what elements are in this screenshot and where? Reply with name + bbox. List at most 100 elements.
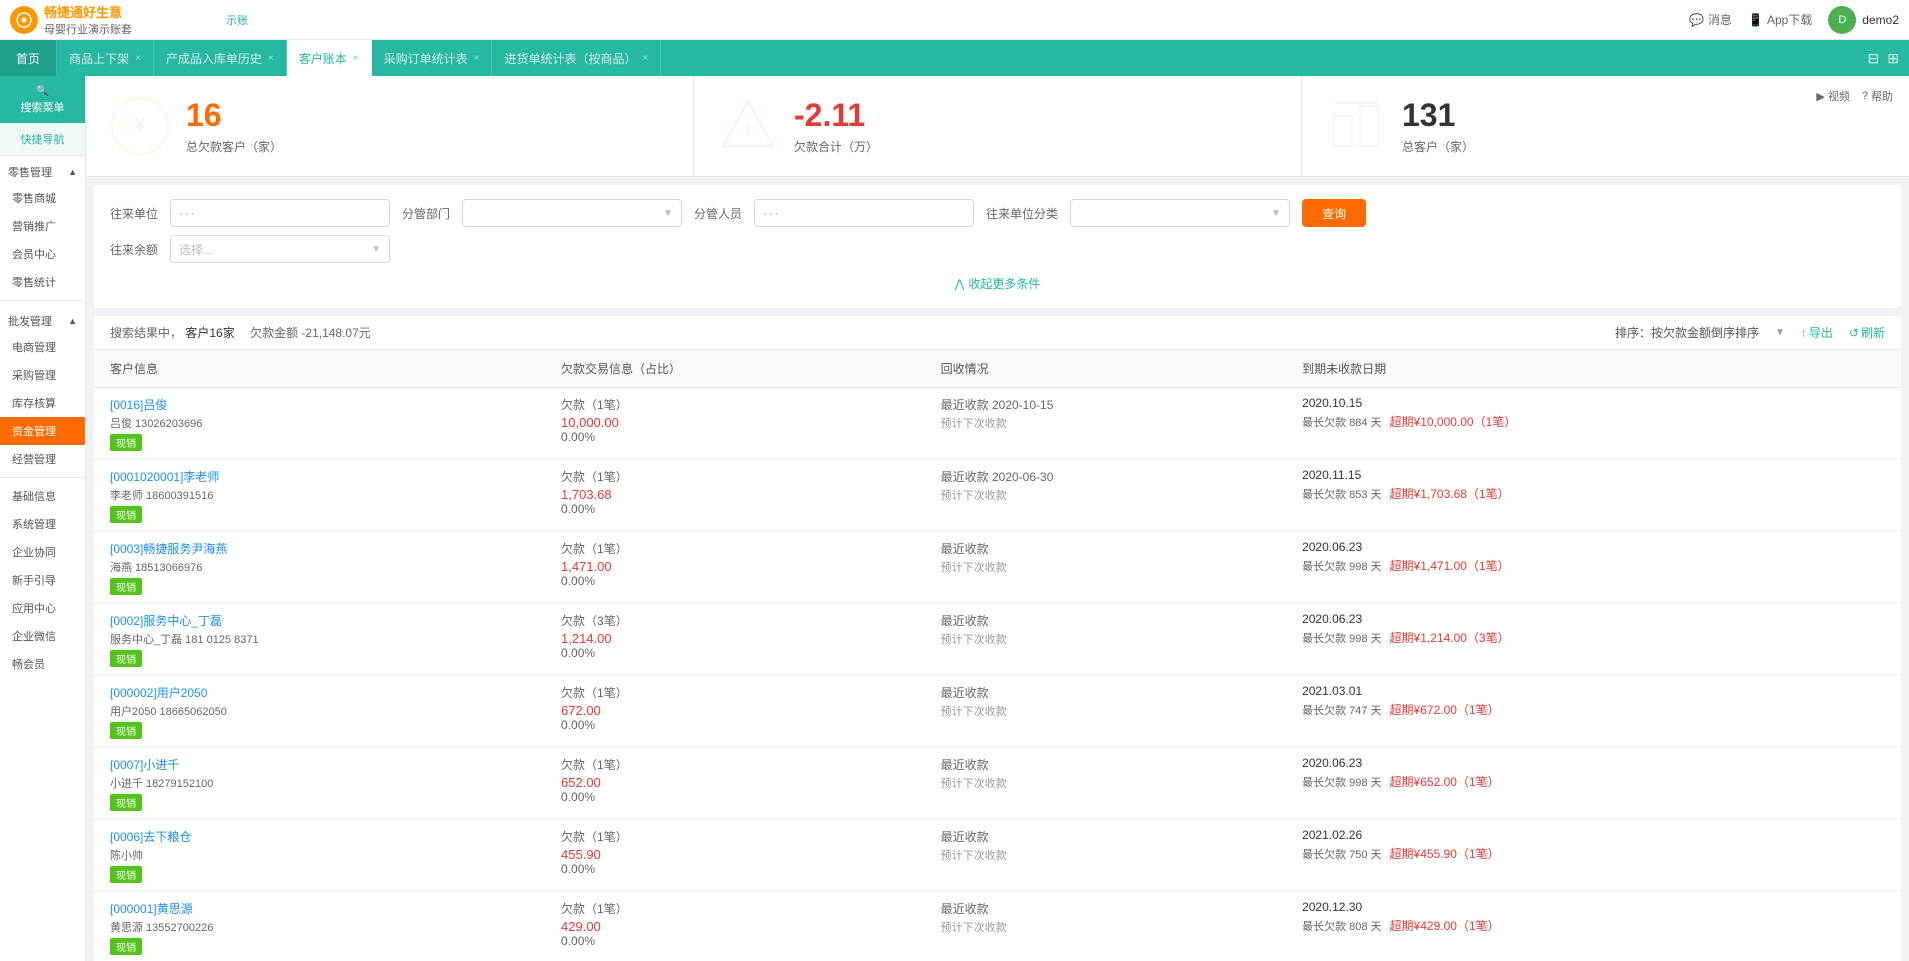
debt-percent: 0.00% bbox=[561, 934, 909, 948]
results-actions: 排序：按欠款金额倒序排序 ▼ ↑ 导出 ↺ 刷新 bbox=[1615, 324, 1885, 341]
export-icon: ↑ bbox=[1801, 326, 1807, 340]
customer-name-link[interactable]: [0001020001]李老师 bbox=[110, 468, 529, 485]
tab-incoming-stats[interactable]: 进货单统计表（按商品） × bbox=[492, 40, 661, 76]
close-icon[interactable]: × bbox=[268, 53, 274, 64]
filter-input-unit[interactable]: ··· bbox=[170, 199, 390, 227]
demo-link[interactable]: 示账 bbox=[226, 12, 248, 28]
debt-amount[interactable]: 429.00 bbox=[561, 919, 909, 934]
debt-amount[interactable]: 1,214.00 bbox=[561, 631, 909, 646]
customer-name-link[interactable]: [000002]用户2050 bbox=[110, 684, 529, 701]
sidebar-item-member-center[interactable]: 会员中心 bbox=[0, 240, 85, 268]
user-menu[interactable]: D demo2 bbox=[1828, 6, 1899, 34]
sidebar-item-guide[interactable]: 新手引导 bbox=[0, 566, 85, 594]
debt-percent: 0.00% bbox=[561, 718, 909, 732]
overdue-amount-link[interactable]: 超期¥455.90（1笔） bbox=[1390, 845, 1500, 862]
table-row: [000001]黄思源 黄思源 13552700226 现销 欠款（1笔） 42… bbox=[94, 892, 1901, 961]
close-icon[interactable]: × bbox=[474, 53, 480, 64]
help-btn[interactable]: ? 帮助 bbox=[1862, 88, 1893, 104]
filter-input-person[interactable]: ··· bbox=[754, 199, 974, 227]
refresh-icon: ↺ bbox=[1849, 326, 1859, 340]
cell-return: 最近收款 2020-10-15 预计下次收款 bbox=[925, 388, 1286, 460]
tab-product-listing[interactable]: 商品上下架 × bbox=[57, 40, 154, 76]
maximize-icon[interactable]: ⊞ bbox=[1887, 50, 1899, 67]
sidebar-item-marketing[interactable]: 营销推广 bbox=[0, 212, 85, 240]
overdue-days: 最长欠款 998 天 bbox=[1302, 558, 1381, 574]
export-btn[interactable]: ↑ 导出 bbox=[1801, 324, 1833, 341]
overdue-amount-link[interactable]: 超期¥1,703.68（1笔） bbox=[1390, 485, 1510, 502]
sidebar-item-inventory[interactable]: 库存核算 bbox=[0, 389, 85, 417]
tab-actions: ⊟ ⊞ bbox=[1858, 50, 1909, 67]
sidebar-item-retail-mgmt[interactable]: 零售管理 ▲ bbox=[0, 156, 85, 184]
tab-purchase-order[interactable]: 采购订单统计表 × bbox=[372, 40, 493, 76]
message-btn[interactable]: 💬 消息 bbox=[1689, 11, 1732, 28]
collapse-btn[interactable]: ⋀ 收起更多条件 bbox=[955, 275, 1041, 292]
sidebar-item-member[interactable]: 畅会员 bbox=[0, 650, 85, 678]
close-icon[interactable]: × bbox=[642, 53, 648, 64]
sidebar-item-retail-stats[interactable]: 零售统计 bbox=[0, 268, 85, 296]
svg-text:¥: ¥ bbox=[134, 115, 146, 135]
filter-label-person: 分管人员 bbox=[694, 205, 742, 222]
sidebar-item-purchase[interactable]: 采购管理 bbox=[0, 361, 85, 389]
debt-amount[interactable]: 455.90 bbox=[561, 847, 909, 862]
tab-customer-account[interactable]: 客户账本 × bbox=[287, 40, 372, 76]
overdue-amount-link[interactable]: 超期¥1,214.00（3笔） bbox=[1390, 629, 1510, 646]
overdue-amount-link[interactable]: 超期¥1,471.00（1笔） bbox=[1390, 557, 1510, 574]
return-sub: 预计下次收款 bbox=[941, 775, 1270, 791]
logo-icon bbox=[10, 6, 38, 34]
debt-amount[interactable]: 1,471.00 bbox=[561, 559, 909, 574]
overdue-amount-link[interactable]: 超期¥429.00（1笔） bbox=[1390, 917, 1500, 934]
app-subtitle: 母婴行业演示账套 bbox=[44, 21, 132, 37]
sidebar-item-system[interactable]: 系统管理 bbox=[0, 510, 85, 538]
debt-amount[interactable]: 10,000.00 bbox=[561, 415, 909, 430]
sidebar-quicknav[interactable]: 快捷导航 bbox=[0, 123, 85, 156]
sidebar-item-operations[interactable]: 经营管理 bbox=[0, 445, 85, 473]
sidebar-item-enterprise-collab[interactable]: 企业协同 bbox=[0, 538, 85, 566]
video-btn[interactable]: ▶ 视频 bbox=[1816, 88, 1849, 104]
table-row: [0007]小进千 小进千 18279152100 现销 欠款（1笔） 652.… bbox=[94, 748, 1901, 820]
customer-tag: 现销 bbox=[110, 506, 142, 523]
customer-name-link[interactable]: [0003]畅捷服务尹海燕 bbox=[110, 540, 529, 557]
close-icon[interactable]: × bbox=[135, 53, 141, 64]
cell-customer: [0001020001]李老师 李老师 18600391516 现销 bbox=[94, 460, 545, 532]
filter-select-dept[interactable]: ▼ bbox=[462, 199, 682, 227]
close-icon[interactable]: × bbox=[353, 53, 359, 64]
customer-name-link[interactable]: [0006]去下粮仓 bbox=[110, 828, 529, 845]
customer-tag: 现销 bbox=[110, 794, 142, 811]
sidebar-item-wechat[interactable]: 企业微信 bbox=[0, 622, 85, 650]
sidebar-search-btn[interactable]: 🔍 搜索菜单 bbox=[0, 76, 85, 123]
overdue-amount-link[interactable]: 超期¥672.00（1笔） bbox=[1390, 701, 1500, 718]
sidebar-item-app-center[interactable]: 应用中心 bbox=[0, 594, 85, 622]
total-customers-number: 131 bbox=[1402, 97, 1885, 134]
sidebar-item-ecommerce[interactable]: 电商管理 bbox=[0, 333, 85, 361]
debt-amount[interactable]: 652.00 bbox=[561, 775, 909, 790]
overdue-amount-link[interactable]: 超期¥10,000.00（1笔） bbox=[1390, 413, 1517, 430]
sidebar-item-basic-info[interactable]: 基础信息 bbox=[0, 482, 85, 510]
app-download-btn[interactable]: 📱 App下载 bbox=[1748, 11, 1812, 28]
tab-home[interactable]: 首页 bbox=[0, 40, 57, 76]
tab-production-history[interactable]: 产成品入库单历史 × bbox=[154, 40, 287, 76]
debt-amount[interactable]: 672.00 bbox=[561, 703, 909, 718]
refresh-btn[interactable]: ↺ 刷新 bbox=[1849, 324, 1885, 341]
chevron-down-icon[interactable]: ▼ bbox=[1775, 327, 1785, 338]
overdue-amount-link[interactable]: 超期¥652.00（1笔） bbox=[1390, 773, 1500, 790]
filter-select-balance[interactable]: 选择... ▼ bbox=[170, 235, 390, 263]
customer-name-link[interactable]: [0007]小进千 bbox=[110, 756, 529, 773]
customer-name-link[interactable]: [0002]服务中心_丁磊 bbox=[110, 612, 529, 629]
filter-select-category[interactable]: ▼ bbox=[1070, 199, 1290, 227]
customer-name-link[interactable]: [000001]黄思源 bbox=[110, 900, 529, 917]
sidebar-item-wholesale-mgmt[interactable]: 批发管理 ▲ bbox=[0, 305, 85, 333]
debt-amount[interactable]: 1,703.68 bbox=[561, 487, 909, 502]
sidebar-item-retail-mall[interactable]: 零售商城 bbox=[0, 184, 85, 212]
sort-label: 排序：按欠款金额倒序排序 bbox=[1615, 324, 1759, 341]
logo-area: 畅捷通好生意 母婴行业演示账套 bbox=[44, 2, 132, 37]
return-date: 最近收款 bbox=[941, 540, 1270, 557]
minimize-icon[interactable]: ⊟ bbox=[1868, 50, 1880, 67]
overdue-date: 2020.06.23 bbox=[1302, 612, 1885, 626]
sidebar-item-finance[interactable]: 资金管理 bbox=[0, 417, 85, 445]
overdue-days: 最长欠款 808 天 bbox=[1302, 918, 1381, 934]
filter-area: 往来单位 ··· 分管部门 ▼ 分管人员 ··· 往来单位分类 bbox=[94, 185, 1901, 308]
overdue-days: 最长欠款 747 天 bbox=[1302, 702, 1381, 718]
customer-name-link[interactable]: [0016]吕俊 bbox=[110, 396, 529, 413]
search-button[interactable]: 查询 bbox=[1302, 199, 1366, 227]
debt-percent: 0.00% bbox=[561, 502, 909, 516]
